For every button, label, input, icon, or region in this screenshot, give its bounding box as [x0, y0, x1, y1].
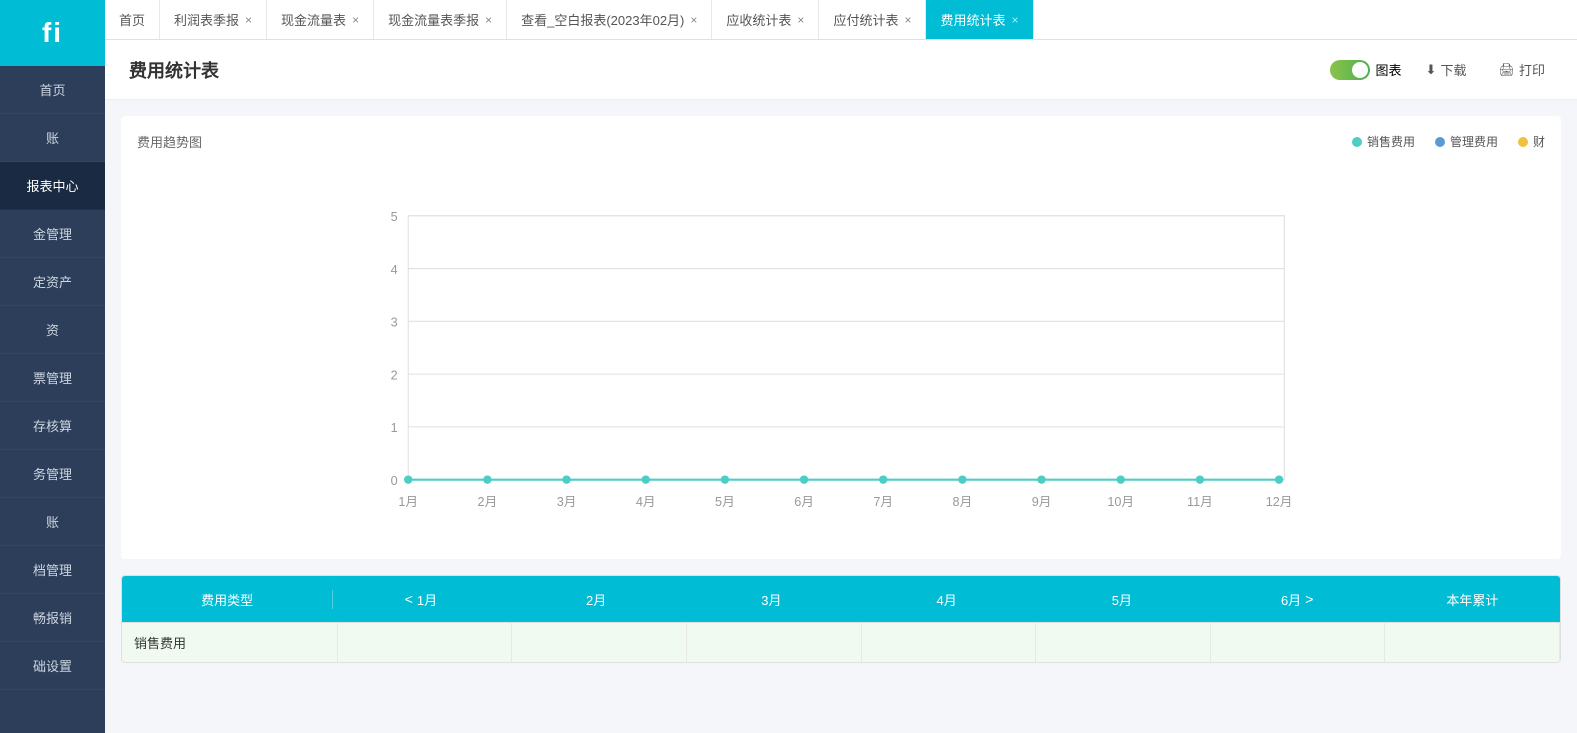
page-actions: 图表 ⬇ 下载 🖨 打印	[1330, 56, 1553, 83]
svg-text:9月: 9月	[1032, 495, 1052, 509]
svg-text:5月: 5月	[715, 495, 735, 509]
svg-text:2月: 2月	[478, 495, 498, 509]
tab-expense-stats[interactable]: 费用统计表 ×	[926, 0, 1033, 39]
sidebar-item-fund-mgmt[interactable]: 金管理	[0, 210, 105, 258]
print-icon: 🖨	[1498, 62, 1515, 78]
chart-legend: 销售费用 管理费用 财	[1352, 133, 1545, 150]
svg-text:12月: 12月	[1266, 495, 1293, 509]
svg-text:6月: 6月	[794, 495, 814, 509]
nav-next-arrow[interactable]: >	[1305, 591, 1313, 607]
svg-text:4月: 4月	[636, 495, 656, 509]
sidebar-item-account[interactable]: 账	[0, 114, 105, 162]
legend-label-admin: 管理费用	[1450, 133, 1498, 150]
th-type: 费用类型	[122, 590, 333, 609]
tab-close-expense-stats[interactable]: ×	[1011, 13, 1018, 27]
svg-text:11月: 11月	[1187, 495, 1213, 509]
chart-container: 0 1 2 3 4 5	[137, 163, 1545, 543]
download-button[interactable]: ⬇ 下载	[1418, 56, 1475, 83]
expense-table: 费用类型 < 1月 2月 3月 4月 5月 6月 > 本年累计 销售费用	[121, 575, 1561, 663]
chart-section: 费用趋势图 销售费用 管理费用 财	[121, 116, 1561, 559]
td-m3-0	[687, 623, 862, 662]
svg-text:0: 0	[391, 474, 398, 488]
chart-header: 费用趋势图 销售费用 管理费用 财	[137, 132, 1545, 151]
td-m4-0	[862, 623, 1037, 662]
svg-text:8月: 8月	[953, 495, 973, 509]
tab-cashflow[interactable]: 现金流量表 ×	[267, 0, 374, 39]
sidebar-item-report-center[interactable]: 报表中心	[0, 162, 105, 210]
tab-cashflow-quarterly[interactable]: 现金流量表季报 ×	[374, 0, 507, 39]
svg-text:10月: 10月	[1107, 495, 1134, 509]
print-button[interactable]: 🖨 打印	[1490, 56, 1553, 83]
tab-payable[interactable]: 应付统计表 ×	[819, 0, 926, 39]
td-ytd-0	[1385, 623, 1560, 662]
svg-text:1: 1	[391, 421, 398, 435]
tab-receivable[interactable]: 应收统计表 ×	[712, 0, 819, 39]
sidebar-item-accounts[interactable]: 账	[0, 498, 105, 546]
nav-prev-arrow[interactable]: <	[405, 591, 413, 607]
download-icon: ⬇	[1426, 62, 1437, 78]
tab-close-cashflow[interactable]: ×	[352, 13, 359, 27]
legend-label-sales: 销售费用	[1367, 133, 1415, 150]
legend-dot-admin	[1435, 137, 1445, 147]
sidebar-item-settings[interactable]: 础设置	[0, 642, 105, 690]
toggle-label: 图表	[1376, 60, 1402, 79]
td-m5-0	[1036, 623, 1211, 662]
tab-close-profit-quarterly[interactable]: ×	[245, 13, 252, 27]
sidebar-item-home[interactable]: 首页	[0, 66, 105, 114]
th-m4: 4月	[859, 590, 1034, 609]
tab-close-payable[interactable]: ×	[904, 13, 911, 27]
chart-toggle-wrapper: 图表	[1330, 60, 1402, 80]
td-m6-0	[1211, 623, 1386, 662]
tab-close-cashflow-quarterly[interactable]: ×	[485, 13, 492, 27]
page-content: 费用统计表 图表 ⬇ 下载 🖨 打印 费用趋势图	[105, 40, 1577, 733]
legend-dot-sales	[1352, 137, 1362, 147]
th-m3: 3月	[684, 590, 859, 609]
svg-text:1月: 1月	[398, 495, 418, 509]
svg-text:4: 4	[391, 263, 398, 277]
svg-text:7月: 7月	[873, 495, 893, 509]
main-area: 首页 利润表季报 × 现金流量表 × 现金流量表季报 × 查看_空白报表(202…	[105, 0, 1577, 733]
sidebar-item-fixed-assets[interactable]: 定资产	[0, 258, 105, 306]
tab-close-receivable[interactable]: ×	[797, 13, 804, 27]
legend-sales: 销售费用	[1352, 133, 1415, 150]
svg-text:2: 2	[391, 368, 398, 382]
sidebar-item-clearance[interactable]: 畅报销	[0, 594, 105, 642]
th-m6: 6月 >	[1210, 590, 1385, 609]
chart-title: 费用趋势图	[137, 132, 202, 151]
td-m1-0	[338, 623, 513, 662]
svg-text:3月: 3月	[557, 495, 577, 509]
sidebar-item-inventory[interactable]: 存核算	[0, 402, 105, 450]
svg-text:5: 5	[391, 210, 398, 224]
sidebar-item-file[interactable]: 档管理	[0, 546, 105, 594]
legend-finance: 财	[1518, 133, 1545, 150]
legend-label-finance: 财	[1533, 133, 1545, 150]
th-m2: 2月	[509, 590, 684, 609]
tab-close-blank-report[interactable]: ×	[690, 13, 697, 27]
sidebar-logo: fi	[0, 0, 105, 66]
legend-admin: 管理费用	[1435, 133, 1498, 150]
table-header: 费用类型 < 1月 2月 3月 4月 5月 6月 > 本年累计	[122, 576, 1560, 622]
table-row: 销售费用	[122, 622, 1560, 662]
th-m1: < 1月	[333, 590, 508, 609]
page-header: 费用统计表 图表 ⬇ 下载 🖨 打印	[105, 40, 1577, 100]
th-ytd: 本年累计	[1385, 590, 1560, 609]
tab-home[interactable]: 首页	[105, 0, 160, 39]
td-m2-0	[512, 623, 687, 662]
chart-svg: 0 1 2 3 4 5	[137, 163, 1545, 543]
sidebar-item-invoice[interactable]: 票管理	[0, 354, 105, 402]
legend-dot-finance	[1518, 137, 1528, 147]
svg-text:3: 3	[391, 316, 398, 330]
sidebar-item-business[interactable]: 务管理	[0, 450, 105, 498]
chart-toggle[interactable]	[1330, 60, 1370, 80]
tabs-bar: 首页 利润表季报 × 现金流量表 × 现金流量表季报 × 查看_空白报表(202…	[105, 0, 1577, 40]
tab-blank-report[interactable]: 查看_空白报表(2023年02月) ×	[507, 0, 712, 39]
page-title: 费用统计表	[129, 57, 219, 83]
sidebar: fi 首页 账 报表中心 金管理 定资产 资 票管理 存核算 务管理 账 档管理…	[0, 0, 105, 733]
sidebar-item-resource[interactable]: 资	[0, 306, 105, 354]
th-m5: 5月	[1034, 590, 1209, 609]
td-type-0: 销售费用	[122, 623, 338, 662]
tab-profit-quarterly[interactable]: 利润表季报 ×	[160, 0, 267, 39]
